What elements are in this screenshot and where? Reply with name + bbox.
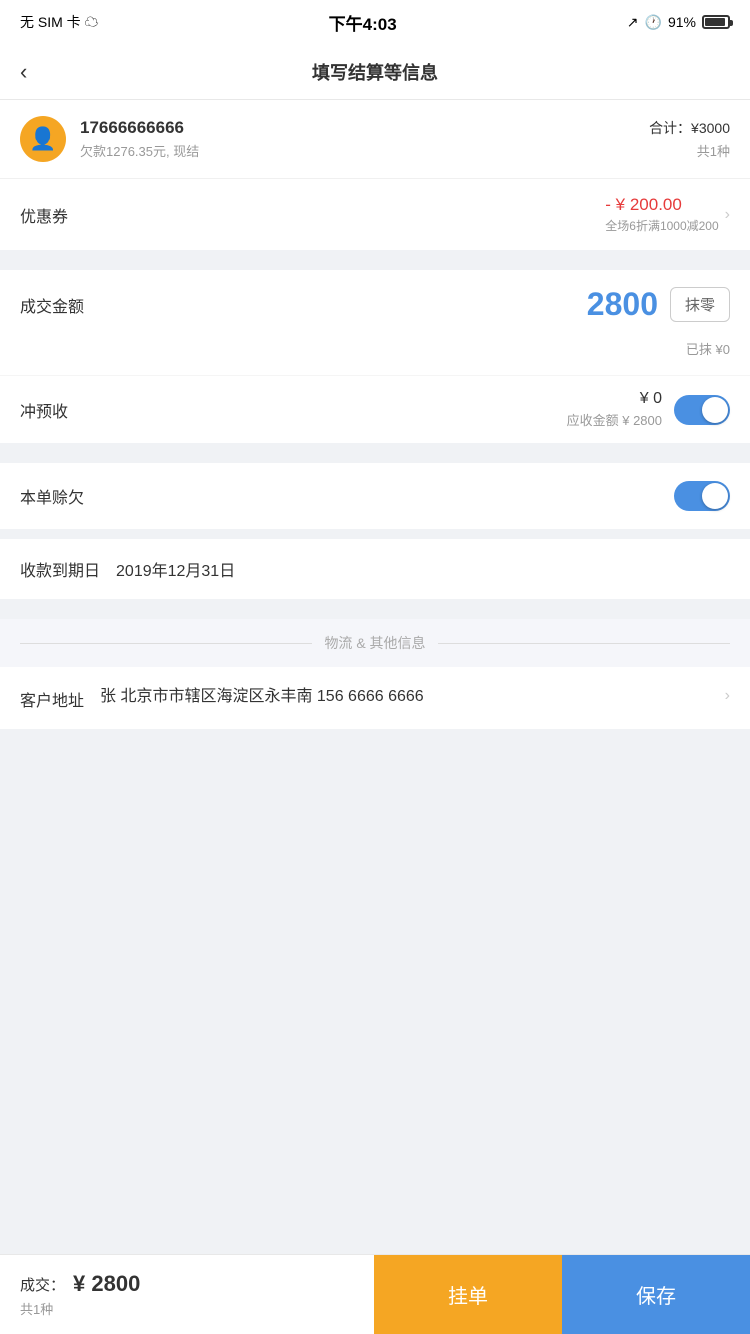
deal-label: 成交： <box>20 1274 65 1295</box>
amount-value: 2800 <box>587 286 658 323</box>
section-divider-2 <box>0 453 750 463</box>
debit-toggle-knob <box>702 483 728 509</box>
duedate-section: 收款到期日 2019年12月31日 <box>0 539 750 599</box>
clock-icon: 🕐 <box>645 14 662 31</box>
total-amount: 合计：¥3000 <box>649 118 730 138</box>
avatar-icon: 👤 <box>29 126 56 152</box>
amount-row: 成交金额 2800 抹零 <box>0 270 750 339</box>
coupon-chevron-icon: › <box>725 206 730 224</box>
logistics-divider: 物流 & 其他信息 <box>0 619 750 667</box>
prepay-receivable: 应收金额 ¥ 2800 <box>567 410 662 429</box>
debit-section: 本单赊欠 <box>0 463 750 529</box>
coupon-discount: - ¥ 200.00 <box>605 195 718 215</box>
address-value: 张 北京市市辖区海淀区永丰南 156 6666 6666 <box>100 685 717 709</box>
coupon-info: - ¥ 200.00 全场6折满1000减200 <box>605 195 718 234</box>
customer-subtext: 欠款1276.35元, 现结 <box>80 141 199 160</box>
sim-label: 无 SIM 卡 ☁ <box>20 12 99 32</box>
battery-bar <box>702 15 730 29</box>
status-left: 无 SIM 卡 ☁ <box>20 12 99 32</box>
coupon-row[interactable]: 优惠券 - ¥ 200.00 全场6折满1000减200 › <box>0 179 750 250</box>
amount-section: 成交金额 2800 抹零 已抹 ¥0 冲预收 ¥ 0 应收金额 ¥ 2800 <box>0 270 750 443</box>
deal-amount: ¥ 2800 <box>73 1271 140 1297</box>
status-bar: 无 SIM 卡 ☁ 下午4:03 ↗ 🕐 91% <box>0 0 750 44</box>
amount-sub-text: 已抹 ¥0 <box>686 342 730 357</box>
battery-fill <box>705 18 725 26</box>
bottom-bar: 成交： ¥ 2800 共1种 挂单 保存 <box>0 1254 750 1334</box>
toggle-knob <box>702 397 728 423</box>
total-count: 共1种 <box>649 141 730 160</box>
nav-bar: ‹ 填写结算等信息 <box>0 44 750 100</box>
customer-card: 👤 17666666666 欠款1276.35元, 现结 合计：¥3000 共1… <box>0 100 750 250</box>
bottom-actions: 挂单 保存 <box>374 1255 750 1334</box>
customer-row: 👤 17666666666 欠款1276.35元, 现结 合计：¥3000 共1… <box>0 100 750 179</box>
amount-sub-row: 已抹 ¥0 <box>0 339 750 375</box>
save-button[interactable]: 保存 <box>562 1255 750 1334</box>
coupon-desc: 全场6折满1000减200 <box>605 217 718 234</box>
debit-toggle[interactable] <box>674 481 730 511</box>
content-area: 👤 17666666666 欠款1276.35元, 现结 合计：¥3000 共1… <box>0 100 750 1019</box>
amount-right: 2800 抹零 <box>587 286 730 323</box>
hang-button[interactable]: 挂单 <box>374 1255 562 1334</box>
duedate-label: 收款到期日 <box>20 557 100 581</box>
section-divider-3 <box>0 609 750 619</box>
bottom-summary: 成交： ¥ 2800 共1种 <box>0 1271 374 1318</box>
divider-line-left <box>20 643 312 644</box>
section-divider-1 <box>0 260 750 270</box>
address-label: 客户地址 <box>20 687 84 711</box>
prepay-amount-info: ¥ 0 应收金额 ¥ 2800 <box>567 390 662 429</box>
status-time: 下午4:03 <box>329 10 397 35</box>
duedate-value: 2019年12月31日 <box>116 557 235 581</box>
prepay-right: ¥ 0 应收金额 ¥ 2800 <box>567 390 730 429</box>
customer-right: 合计：¥3000 共1种 <box>649 118 730 160</box>
avatar: 👤 <box>20 116 66 162</box>
customer-info: 17666666666 欠款1276.35元, 现结 <box>80 118 199 160</box>
customer-left: 👤 17666666666 欠款1276.35元, 现结 <box>20 116 199 162</box>
prepay-toggle[interactable] <box>674 395 730 425</box>
prepay-label: 冲预收 <box>20 398 68 422</box>
coupon-label: 优惠券 <box>20 203 68 227</box>
divider-line-right <box>438 643 730 644</box>
back-button[interactable]: ‹ <box>20 59 27 85</box>
prepay-row: 冲预收 ¥ 0 应收金额 ¥ 2800 <box>0 375 750 443</box>
bottom-deal-row: 成交： ¥ 2800 <box>20 1271 354 1297</box>
round-button[interactable]: 抹零 <box>670 287 730 322</box>
customer-phone: 17666666666 <box>80 118 199 138</box>
amount-label: 成交金额 <box>20 293 84 317</box>
address-section[interactable]: 客户地址 张 北京市市辖区海淀区永丰南 156 6666 6666 › <box>0 667 750 729</box>
debit-label: 本单赊欠 <box>20 484 84 508</box>
duedate-row: 收款到期日 2019年12月31日 <box>20 557 730 581</box>
deal-count: 共1种 <box>20 1299 354 1318</box>
address-chevron-icon: › <box>725 687 730 705</box>
page-title: 填写结算等信息 <box>312 59 438 85</box>
battery-percent: 91% <box>668 14 696 30</box>
location-icon: ↗ <box>627 14 639 31</box>
status-right: ↗ 🕐 91% <box>627 14 730 31</box>
empty-space <box>0 739 750 939</box>
logistics-label: 物流 & 其他信息 <box>324 633 425 653</box>
prepay-value: ¥ 0 <box>567 390 662 408</box>
